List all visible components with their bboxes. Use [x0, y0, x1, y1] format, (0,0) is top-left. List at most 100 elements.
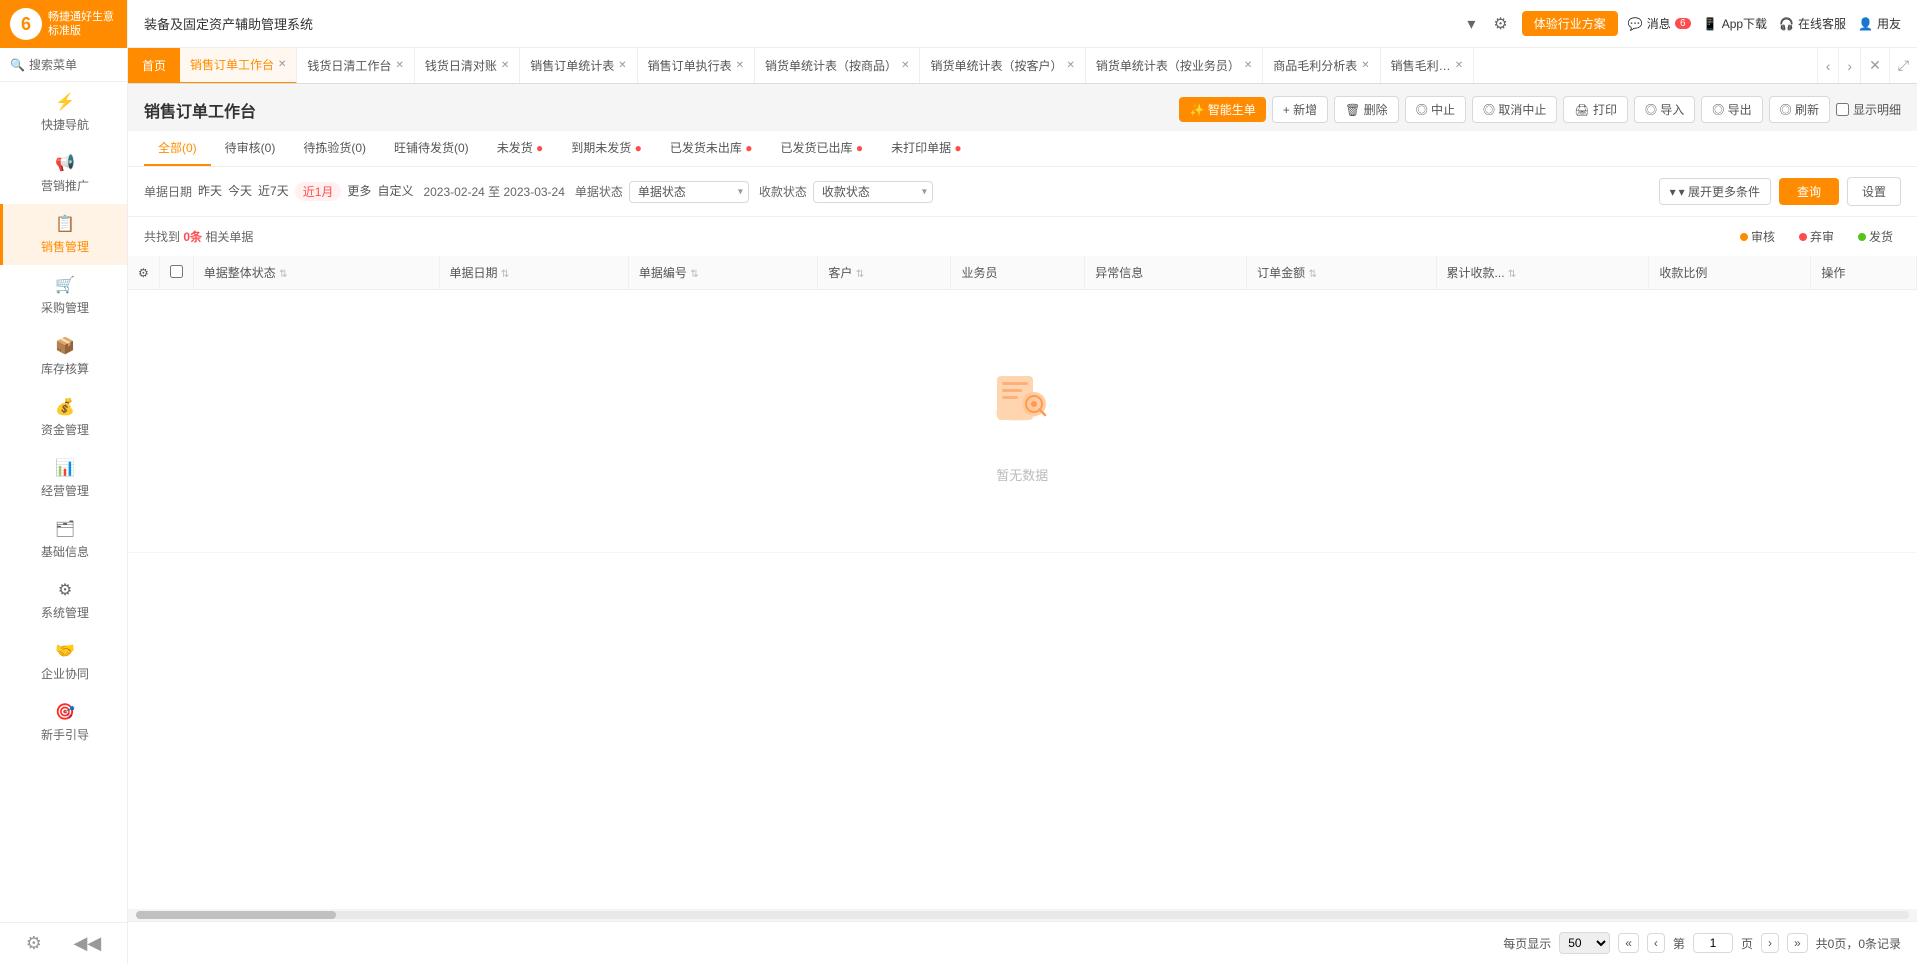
filter-status-select[interactable]: 单据状态 [629, 181, 749, 203]
sidebar-item-enterprise[interactable]: 🤝 企业协同 [0, 631, 127, 692]
sidebar-item-sales[interactable]: 📋 销售管理 [0, 204, 127, 265]
first-page-button[interactable]: « [1618, 933, 1639, 953]
query-button[interactable]: 查询 [1779, 178, 1839, 205]
tab-next-icon[interactable]: › [1838, 48, 1860, 84]
th-checkbox[interactable] [159, 256, 193, 290]
page-number-input[interactable] [1693, 933, 1733, 953]
next-page-button[interactable]: › [1761, 933, 1779, 953]
tab-goods-stats[interactable]: 销货单统计表（按商品） ✕ [755, 48, 920, 84]
smart-create-button[interactable]: ✨ 智能生单 [1179, 97, 1265, 122]
tab-close-all-icon[interactable]: ✕ [1860, 48, 1889, 84]
tab-close-goods-stats[interactable]: ✕ [901, 60, 909, 71]
sub-tab-wangpu-ship[interactable]: 旺铺待发货(0) [380, 131, 483, 166]
sort-accumulated[interactable]: ⇅ [1508, 269, 1516, 280]
filter-date-1month[interactable]: 近1月 [295, 182, 342, 201]
tab-customer-stats[interactable]: 销货单统计表（按客户） ✕ [920, 48, 1085, 84]
tab-staff-stats[interactable]: 销货单统计表（按业务员） ✕ [1086, 48, 1263, 84]
filter-date-more[interactable]: 更多 [347, 182, 371, 201]
quick-icon: ⚡ [55, 92, 75, 112]
tab-sales-workbench[interactable]: 销售订单工作台 ✕ [180, 48, 297, 84]
th-settings[interactable]: ⚙ [128, 256, 159, 290]
show-detail-input[interactable] [1836, 103, 1849, 116]
app-download-button[interactable]: 📱 App下载 [1703, 15, 1767, 32]
refresh-button[interactable]: ◎ 刷新 [1769, 96, 1830, 123]
delete-button[interactable]: 🗑 删除 [1334, 96, 1399, 123]
scrollbar-thumb[interactable] [136, 911, 336, 919]
user-menu[interactable]: 👤 用友 [1858, 15, 1901, 32]
tab-maximize-icon[interactable]: ⤢ [1889, 48, 1917, 84]
message-button[interactable]: 💬 消息 6 [1628, 15, 1691, 32]
sort-status[interactable]: ⇅ [279, 269, 287, 280]
filter-date-today[interactable]: 今天 [228, 182, 252, 201]
tab-close-sales-exec[interactable]: ✕ [736, 60, 744, 71]
ship-button[interactable]: 发货 [1850, 225, 1901, 248]
sidebar-item-finance[interactable]: 💰 资金管理 [0, 387, 127, 448]
sub-tab-shipped-out[interactable]: 已发货已出库 ● [766, 131, 877, 166]
sidebar-item-operation[interactable]: 📊 经营管理 [0, 448, 127, 509]
collapse-icon[interactable]: ◀◀ [74, 933, 102, 954]
tab-close-sales[interactable]: ✕ [278, 59, 286, 70]
sub-tab-overdue-ship[interactable]: 到期未发货 ● [557, 131, 656, 166]
filter-date-7days[interactable]: 近7天 [258, 182, 289, 201]
tab-prev-icon[interactable]: ‹ [1817, 48, 1839, 84]
sidebar-item-quick[interactable]: ⚡ 快捷导航 [0, 82, 127, 143]
tab-close-sales-profit[interactable]: ✕ [1455, 60, 1463, 71]
audit-button[interactable]: 审核 [1732, 225, 1783, 248]
tab-sales-stats[interactable]: 销售订单统计表 ✕ [520, 48, 637, 84]
tab-close-sales-stats[interactable]: ✕ [618, 60, 626, 71]
filter-settings-button[interactable]: 设置 [1847, 177, 1901, 206]
stop-button[interactable]: ◎ 中止 [1405, 96, 1466, 123]
tab-close-profit[interactable]: ✕ [1361, 60, 1369, 71]
tab-close-daily-cash[interactable]: ✕ [395, 60, 403, 71]
print-button[interactable]: 🖨 打印 [1563, 96, 1628, 123]
sidebar-item-basic[interactable]: 🗂 基础信息 [0, 509, 127, 570]
tab-profit[interactable]: 商品毛利分析表 ✕ [1263, 48, 1380, 84]
import-button[interactable]: ◎ 导入 [1634, 96, 1695, 123]
tab-sales-profit[interactable]: 销售毛利… ✕ [1381, 48, 1474, 84]
sort-number[interactable]: ⇅ [690, 269, 698, 280]
select-all-checkbox[interactable] [170, 265, 183, 278]
tab-close-reconciliation[interactable]: ✕ [501, 60, 509, 71]
prev-page-button[interactable]: ‹ [1647, 933, 1665, 953]
tab-reconciliation[interactable]: 钱货日清对账 ✕ [415, 48, 520, 84]
last-page-button[interactable]: » [1787, 933, 1808, 953]
dropdown-icon[interactable]: ▾ [1467, 14, 1475, 34]
sidebar-item-search[interactable]: 🔍 搜索菜单 [0, 48, 127, 82]
sidebar-item-inventory[interactable]: 📦 库存核算 [0, 326, 127, 387]
horizontal-scrollbar[interactable] [128, 909, 1917, 921]
sort-amount[interactable]: ⇅ [1308, 269, 1316, 280]
sort-customer[interactable]: ⇅ [856, 269, 864, 280]
gear-icon[interactable]: ⚙ [1493, 14, 1507, 34]
tab-sales-exec[interactable]: 销售订单执行表 ✕ [638, 48, 755, 84]
tab-close-staff-stats[interactable]: ✕ [1244, 60, 1252, 71]
filter-date-custom[interactable]: 自定义 [377, 182, 413, 201]
sub-tab-shipped-no-out[interactable]: 已发货未出库 ● [656, 131, 767, 166]
sidebar-item-marketing[interactable]: 📢 营销推广 [0, 143, 127, 204]
add-button[interactable]: + 新增 [1272, 96, 1328, 123]
sidebar-item-newbie[interactable]: 🎯 新手引导 [0, 692, 127, 753]
export-button[interactable]: ◎ 导出 [1701, 96, 1762, 123]
sub-tab-pending-review[interactable]: 待审核(0) [211, 131, 290, 166]
tab-home[interactable]: 首页 [128, 48, 180, 84]
filter-date-yesterday[interactable]: 昨天 [198, 182, 222, 201]
cta-button[interactable]: 体验行业方案 [1522, 11, 1618, 36]
table-header-row: ⚙ 单据整体状态 ⇅ 单据日期 ⇅ 单据编号 ⇅ [128, 256, 1917, 290]
tab-close-customer-stats[interactable]: ✕ [1066, 60, 1074, 71]
sub-tab-no-print[interactable]: 未打印单据 ● [877, 131, 976, 166]
sub-tab-all[interactable]: 全部(0) [144, 131, 211, 166]
sidebar-item-purchase[interactable]: 🛒 采购管理 [0, 265, 127, 326]
cancel-stop-button[interactable]: ◎ 取消中止 [1472, 96, 1557, 123]
unaudit-button[interactable]: 弃审 [1791, 225, 1842, 248]
tab-daily-cash[interactable]: 钱货日清工作台 ✕ [297, 48, 414, 84]
settings-footer-icon[interactable]: ⚙ [26, 933, 42, 954]
sub-tab-not-shipped[interactable]: 未发货 ● [483, 131, 558, 166]
th-customer: 客户 ⇅ [818, 256, 951, 290]
page-size-select[interactable]: 20 50 100 [1559, 932, 1610, 954]
sidebar-item-system[interactable]: ⚙ 系统管理 [0, 570, 127, 631]
filter-payment-select[interactable]: 收款状态 [813, 181, 933, 203]
sub-tab-pending-check[interactable]: 待拣验货(0) [289, 131, 380, 166]
sort-date[interactable]: ⇅ [501, 269, 509, 280]
expand-filter-button[interactable]: ▾ ▾ 展开更多条件 [1659, 178, 1771, 205]
online-service-button[interactable]: 🎧 在线客服 [1779, 15, 1846, 32]
show-detail-checkbox[interactable]: 显示明细 [1836, 101, 1901, 118]
